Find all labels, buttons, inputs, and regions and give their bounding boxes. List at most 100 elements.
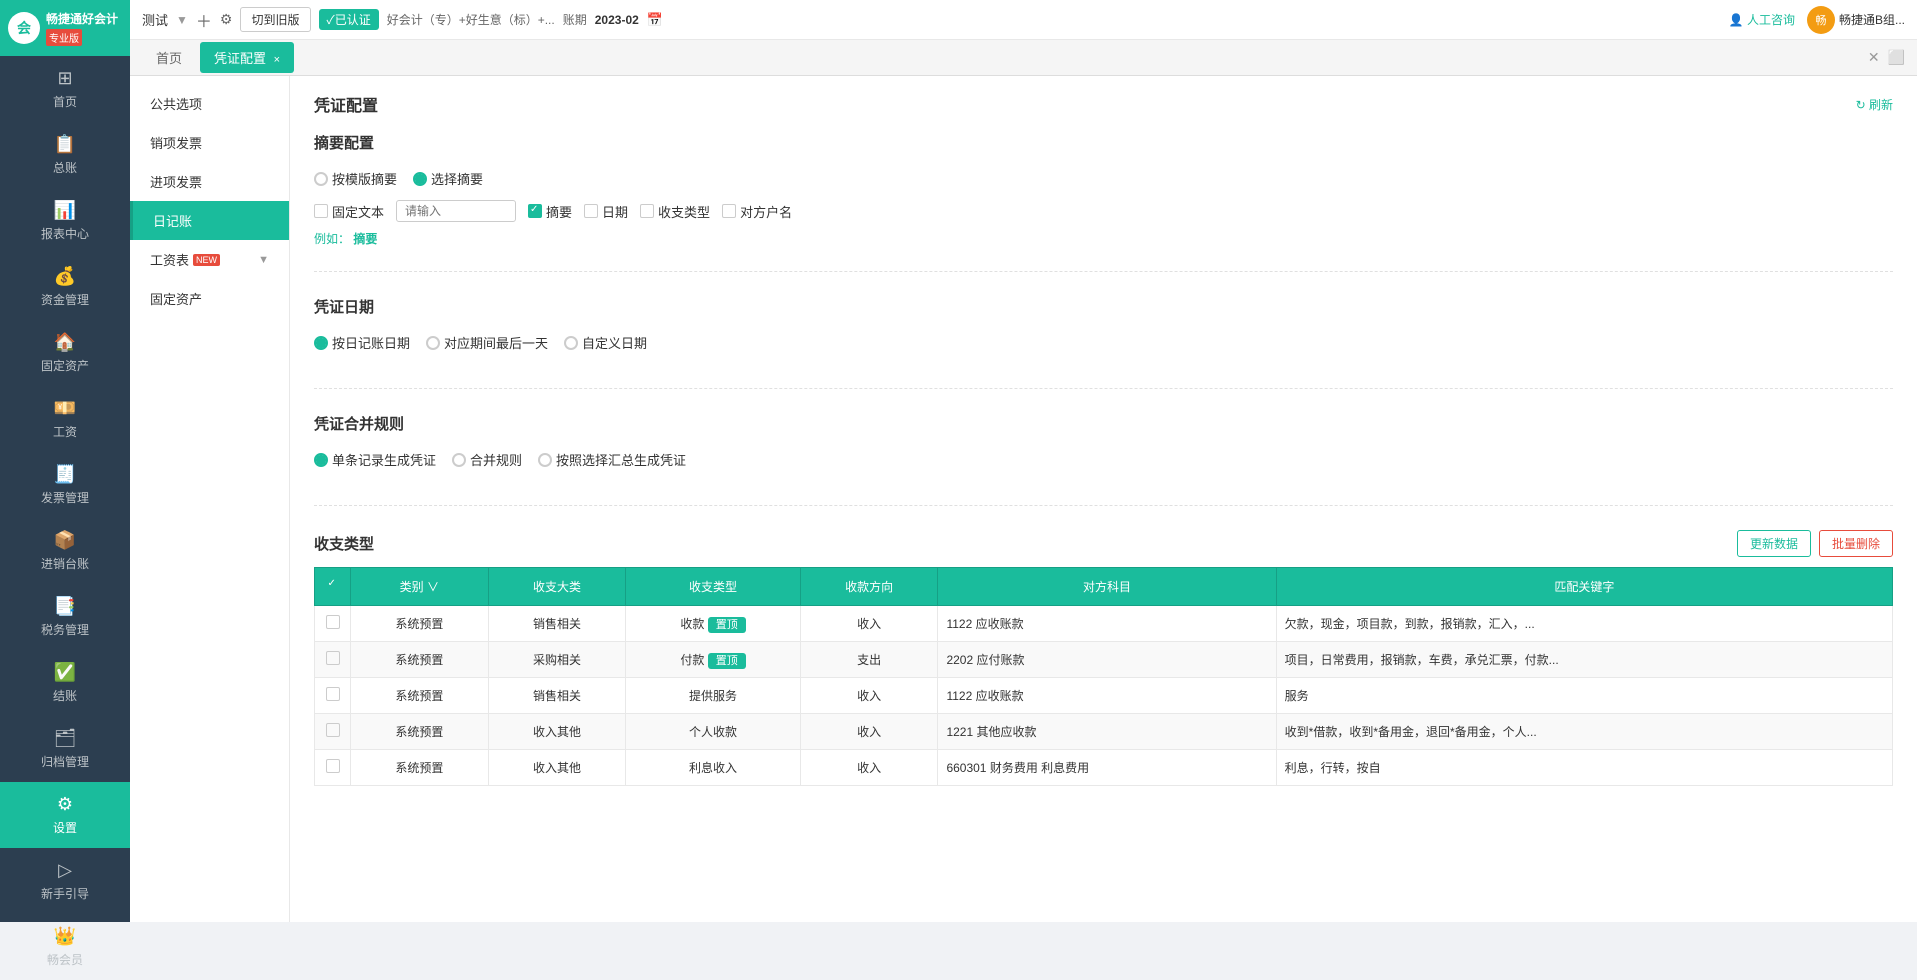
radio-single-label: 单条记录生成凭证 (332, 450, 436, 469)
radio-journal-date[interactable]: 按日记账日期 (314, 333, 410, 352)
row-checkbox-2[interactable] (315, 678, 351, 714)
left-panel-label-工资表: 工资表 (150, 250, 189, 269)
logo-text-block: 畅捷通好会计 专业版 (46, 10, 118, 46)
summary-section: 摘要配置 按模版摘要 选择摘要 固定文本 (314, 132, 1893, 272)
sidebar-item-归档管理[interactable]: 🗂归档管理 (0, 716, 130, 782)
sidebar-item-资金管理[interactable]: 💰资金管理 (0, 254, 130, 320)
left-panel-item-销项发票[interactable]: 销项发票 (130, 123, 289, 162)
refresh-label: 刷新 (1869, 98, 1893, 112)
date-check-item[interactable]: 日期 (584, 202, 628, 221)
summary-checkbox-row: 固定文本 摘要 日期 收支类型 (314, 200, 1893, 222)
left-panel-label-固定资产: 固定资产 (150, 289, 202, 308)
radio-template-summary[interactable]: 按模版摘要 (314, 169, 397, 188)
topbar-gear-icon[interactable]: ⚙ (220, 11, 233, 28)
content-area: 公共选项销项发票进项发票日记账工资表NEW▼固定资产 凭证配置 ↻ 刷新 摘要配… (130, 76, 1917, 922)
calendar-icon[interactable]: 📅 (647, 12, 663, 28)
select-all-checkbox[interactable] (326, 578, 340, 592)
row-direction-1: 支出 (800, 642, 938, 678)
sidebar-label-工资: 工资 (53, 423, 77, 440)
sidebar-item-发票管理[interactable]: 🧾发票管理 (0, 452, 130, 518)
example-text: 例如： 摘要 (314, 230, 1893, 247)
date-radio-group: 按日记账日期 对应期间最后一天 自定义日期 (314, 333, 1893, 352)
left-panel-item-进项发票[interactable]: 进项发票 (130, 162, 289, 201)
left-panel-label-销项发票: 销项发票 (150, 133, 202, 152)
sidebar-item-固定资产[interactable]: 🏠固定资产 (0, 320, 130, 386)
update-data-button[interactable]: 更新数据 (1737, 530, 1811, 557)
certified-badge: ✓已认证 (319, 9, 379, 30)
radio-period-last[interactable]: 对应期间最后一天 (426, 333, 548, 352)
reset-badge-1[interactable]: 置顶 (708, 653, 746, 669)
counterparty-check-item[interactable]: 对方户名 (722, 202, 792, 221)
row-account-2: 1122 应收账款 (938, 678, 1276, 714)
income-type-check-label: 收支类型 (658, 202, 710, 221)
radio-single-record[interactable]: 单条记录生成凭证 (314, 450, 436, 469)
sidebar-icon-报表中心: 📊 (54, 200, 76, 221)
topbar-add-icon[interactable]: ＋ (196, 8, 212, 32)
income-type-check-item[interactable]: 收支类型 (640, 202, 710, 221)
left-panel-item-日记账[interactable]: 日记账 (130, 201, 289, 240)
sidebar-item-新手引导[interactable]: ▷新手引导 (0, 848, 130, 914)
row-sub-type-4: 利息收入 (626, 750, 800, 786)
row-category-2: 系统预置 (351, 678, 489, 714)
row-sub-type-3: 个人收款 (626, 714, 800, 750)
radio-single-circle (314, 453, 328, 467)
reset-badge-0[interactable]: 置顶 (708, 617, 746, 633)
service-btn[interactable]: 👤 人工咨询 (1729, 11, 1795, 28)
radio-selected-label: 按照选择汇总生成凭证 (556, 450, 686, 469)
tab-close-icon[interactable]: × (274, 54, 280, 66)
sidebar-item-工资[interactable]: 💴 工资 (0, 386, 130, 452)
refresh-button[interactable]: ↻ 刷新 (1856, 96, 1893, 113)
fixed-text-input[interactable] (396, 200, 516, 222)
sidebar-item-进销台账[interactable]: 📦进销台账 (0, 518, 130, 584)
radio-selected-circle (538, 453, 552, 467)
sidebar-item-总账[interactable]: 📋总账 (0, 122, 130, 188)
left-panel-item-工资表[interactable]: 工资表NEW▼ (130, 240, 289, 279)
radio-journal-label: 按日记账日期 (332, 333, 410, 352)
table-row: 系统预置 收入其他 个人收款 收入 1221 其他应收款 收到*借款，收到*备用… (315, 714, 1893, 750)
sidebar-item-设置[interactable]: ⚙设置 (0, 782, 130, 848)
sidebar-item-报表中心[interactable]: 📊报表中心 (0, 188, 130, 254)
new-badge: NEW (193, 254, 220, 266)
service-label: 人工咨询 (1747, 13, 1795, 27)
sidebar-item-税务管理[interactable]: 📑税务管理 (0, 584, 130, 650)
table-body: 系统预置 销售相关 收款 置顶 收入 1122 应收账款 欠款，现金，项目款，到… (315, 606, 1893, 786)
batch-delete-button[interactable]: 批量删除 (1819, 530, 1893, 557)
fixed-text-item[interactable]: 固定文本 (314, 202, 384, 221)
row-main-type-3: 收入其他 (488, 714, 626, 750)
sidebar-icon-发票管理: 🧾 (54, 464, 76, 485)
radio-select-summary[interactable]: 选择摘要 (413, 169, 483, 188)
sidebar-item-结账[interactable]: ✅结账 (0, 650, 130, 716)
row-main-type-4: 收入其他 (488, 750, 626, 786)
left-panel-item-公共选项[interactable]: 公共选项 (130, 84, 289, 123)
radio-merge-rule[interactable]: 合并规则 (452, 450, 522, 469)
sidebar-icon-首页: ⊞ (57, 68, 72, 89)
radio-custom-date[interactable]: 自定义日期 (564, 333, 647, 352)
close-window-icon[interactable]: ✕ (1868, 49, 1880, 66)
topbar-arrow-icon: ▼ (176, 13, 188, 27)
sidebar-icon-设置: ⚙ (57, 794, 73, 815)
maximize-window-icon[interactable]: ⬜ (1888, 49, 1905, 66)
tab-voucher-config-label: 凭证配置 (214, 51, 266, 66)
sidebar-item-畅会员[interactable]: 👑畅会员 (0, 914, 130, 980)
tab-voucher-config[interactable]: 凭证配置 × (200, 42, 294, 73)
merge-section: 凭证合并规则 单条记录生成凭证 合并规则 按照选择汇总生成凭证 (314, 413, 1893, 506)
radio-period-label: 对应期间最后一天 (444, 333, 548, 352)
row-checkbox-0[interactable] (315, 606, 351, 642)
row-checkbox-4[interactable] (315, 750, 351, 786)
row-category-3: 系统预置 (351, 714, 489, 750)
sidebar-item-首页[interactable]: ⊞首页 (0, 56, 130, 122)
left-panel: 公共选项销项发票进项发票日记账工资表NEW▼固定资产 (130, 76, 290, 922)
switch-version-button[interactable]: 切到旧版 (240, 7, 310, 32)
example-prefix: 例如： (314, 232, 350, 246)
fixed-text-label: 固定文本 (332, 202, 384, 221)
sidebar-label-资金管理: 资金管理 (41, 291, 89, 308)
topbar-right: 👤 人工咨询 畅 畅捷通B组... (1729, 6, 1905, 34)
radio-selected-summary[interactable]: 按照选择汇总生成凭证 (538, 450, 686, 469)
summary-check-item[interactable]: 摘要 (528, 202, 572, 221)
row-checkbox-1[interactable] (315, 642, 351, 678)
left-panel-item-固定资产[interactable]: 固定资产 (130, 279, 289, 318)
row-checkbox-3[interactable] (315, 714, 351, 750)
th-account: 对方科目 (938, 568, 1276, 606)
sidebar-icon-工资: 💴 (54, 398, 76, 419)
tab-home[interactable]: 首页 (142, 42, 196, 73)
